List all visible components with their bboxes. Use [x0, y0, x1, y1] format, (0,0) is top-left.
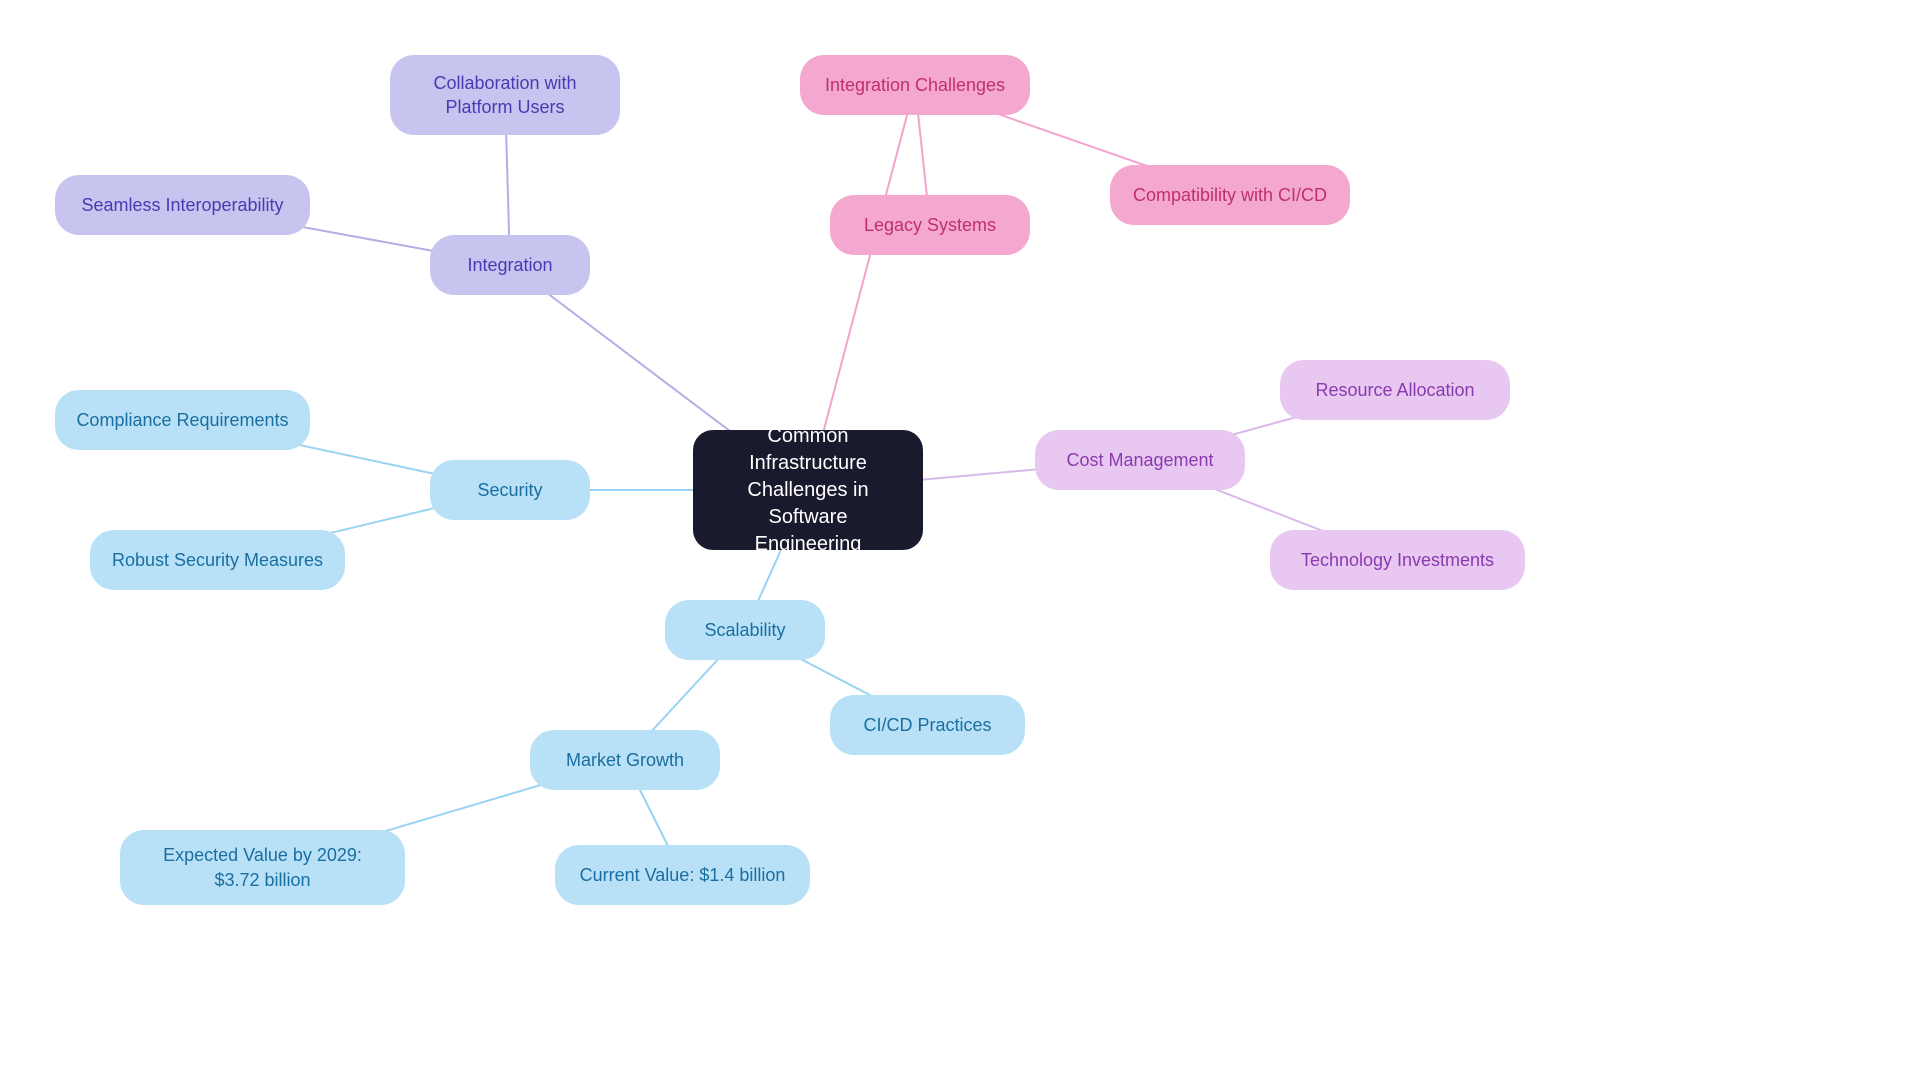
market-growth-node: Market Growth — [530, 730, 720, 790]
expected-value-node: Expected Value by 2029: $3.72 billion — [120, 830, 405, 905]
current-value-node: Current Value: $1.4 billion — [555, 845, 810, 905]
scalability-node: Scalability — [665, 600, 825, 660]
compliance-node: Compliance Requirements — [55, 390, 310, 450]
legacy-systems-node: Legacy Systems — [830, 195, 1030, 255]
technology-investments-node: Technology Investments — [1270, 530, 1525, 590]
resource-allocation-node: Resource Allocation — [1280, 360, 1510, 420]
security-node: Security — [430, 460, 590, 520]
robust-security-node: Robust Security Measures — [90, 530, 345, 590]
center-node: Common Infrastructure Challenges in Soft… — [693, 430, 923, 550]
collaboration-node: Collaboration with Platform Users — [390, 55, 620, 135]
integration-challenges-node: Integration Challenges — [800, 55, 1030, 115]
integration-node: Integration — [430, 235, 590, 295]
seamless-node: Seamless Interoperability — [55, 175, 310, 235]
cicd-practices-node: CI/CD Practices — [830, 695, 1025, 755]
cost-management-node: Cost Management — [1035, 430, 1245, 490]
compat-cicd-node: Compatibility with CI/CD — [1110, 165, 1350, 225]
